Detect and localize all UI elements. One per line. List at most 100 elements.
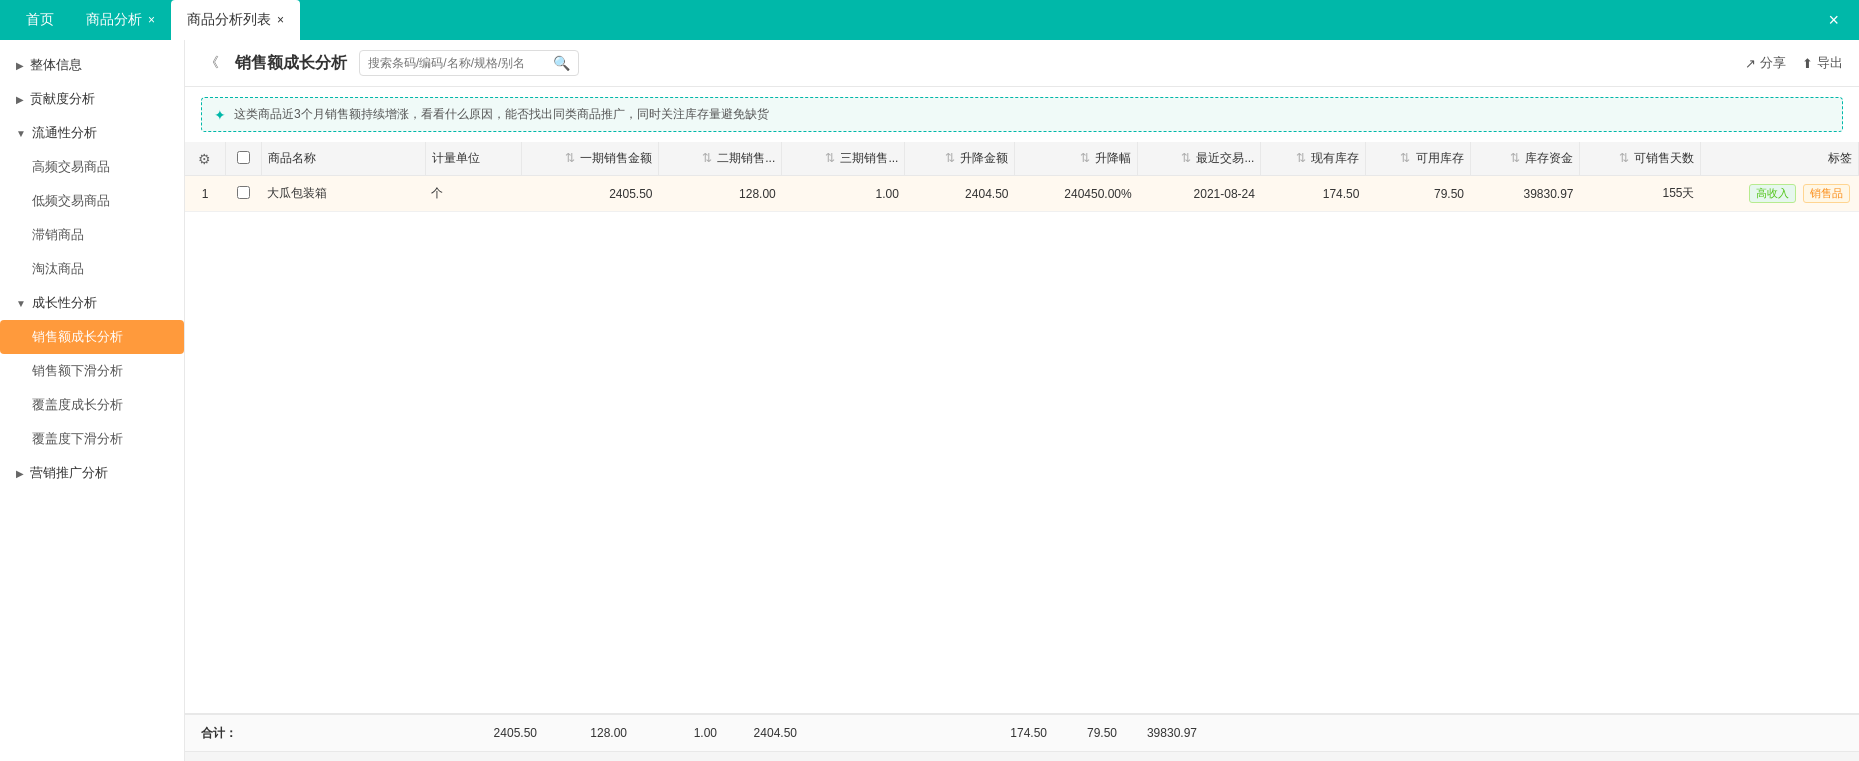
- last-trade-column-header: ⇅ 最近交易...: [1138, 142, 1261, 176]
- sort-icon4: ⇅: [945, 151, 955, 165]
- footer-period1: 2405.50: [443, 726, 543, 740]
- search-input[interactable]: [368, 56, 547, 70]
- sidebar-group-header-marketing[interactable]: ▶ 营销推广分析: [0, 456, 184, 490]
- search-icon[interactable]: 🔍: [553, 55, 570, 71]
- available-stock-cell: 79.50: [1365, 176, 1470, 212]
- table-container[interactable]: ⚙ 商品名称 计量单位 ⇅ 一期销售金额: [185, 142, 1859, 713]
- sort-icon9: ⇅: [1510, 151, 1520, 165]
- collapse-sidebar-button[interactable]: 《: [201, 50, 223, 76]
- period2-cell: 128.00: [659, 176, 782, 212]
- footer-stock-value: 39830.97: [1123, 726, 1203, 740]
- sort-icon6: ⇅: [1181, 151, 1191, 165]
- sidebar-item-sales-growth[interactable]: 销售额成长分析: [0, 320, 184, 354]
- tags-cell: 高收入 销售品: [1700, 176, 1858, 212]
- sidebar-item-high-freq[interactable]: 高频交易商品: [0, 150, 184, 184]
- search-box[interactable]: 🔍: [359, 50, 579, 76]
- stock-value-cell: 39830.97: [1470, 176, 1580, 212]
- name-cell: 大瓜包装箱: [261, 176, 425, 212]
- sort-icon5: ⇅: [1080, 151, 1090, 165]
- window-close-button[interactable]: ×: [1818, 10, 1849, 31]
- export-button[interactable]: ⬆ 导出: [1802, 54, 1843, 72]
- sidebar-item-obsolete[interactable]: 淘汰商品: [0, 252, 184, 286]
- last-trade-cell: 2021-08-24: [1138, 176, 1261, 212]
- seq-cell: 1: [185, 176, 225, 212]
- sidebar-group-overall[interactable]: ▶ 整体信息: [0, 48, 184, 82]
- unit-cell: 个: [425, 176, 521, 212]
- unit-column-header: 计量单位: [425, 142, 521, 176]
- rise-pct-column-header: ⇅ 升降幅: [1015, 142, 1138, 176]
- period3-cell: 1.00: [782, 176, 905, 212]
- row-checkbox[interactable]: [237, 186, 250, 199]
- main-layout: ▶ 整体信息 ▶ 贡献度分析 ▼ 流通性分析 高频交易商品 低频交易商品: [0, 40, 1859, 761]
- period1-column-header: ⇅ 一期销售金额: [521, 142, 658, 176]
- nav-home[interactable]: 首页: [10, 0, 70, 40]
- sort-icon7: ⇅: [1296, 151, 1306, 165]
- footer-available-stock: 79.50: [1053, 726, 1123, 740]
- rise-amount-cell: 2404.50: [905, 176, 1015, 212]
- sort-icon8: ⇅: [1400, 151, 1410, 165]
- name-column-header: 商品名称: [261, 142, 425, 176]
- table-row: 1 大瓜包装箱 个 2405.50 128.00 1.00 2404.50 24…: [185, 176, 1859, 212]
- select-all-checkbox[interactable]: [237, 151, 250, 164]
- footer-last-trade: [893, 726, 983, 740]
- period3-column-header: ⇅ 三期销售...: [782, 142, 905, 176]
- footer-rise-pct: [803, 726, 893, 740]
- sidebar: ▶ 整体信息 ▶ 贡献度分析 ▼ 流通性分析 高频交易商品 低频交易商品: [0, 40, 185, 761]
- share-button[interactable]: ↗ 分享: [1745, 54, 1786, 72]
- close-product-analysis-list[interactable]: ×: [277, 13, 284, 27]
- tag-high-income: 高收入: [1749, 184, 1796, 203]
- tag-sales-product: 销售品: [1803, 184, 1850, 203]
- sidebar-group-header-circulation[interactable]: ▼ 流通性分析: [0, 116, 184, 150]
- current-stock-column-header: ⇅ 现有库存: [1261, 142, 1366, 176]
- settings-icon[interactable]: ⚙: [198, 151, 211, 167]
- sidebar-item-sales-decline[interactable]: 销售额下滑分析: [0, 354, 184, 388]
- rise-amount-column-header: ⇅ 升降金额: [905, 142, 1015, 176]
- nav-product-analysis[interactable]: 商品分析 ×: [70, 0, 171, 40]
- period2-column-header: ⇅ 二期销售...: [659, 142, 782, 176]
- close-product-analysis[interactable]: ×: [148, 13, 155, 27]
- sidebar-item-slow-moving[interactable]: 滞销商品: [0, 218, 184, 252]
- arrow-icon-marketing: ▶: [16, 468, 24, 479]
- sidebar-item-coverage-growth[interactable]: 覆盖度成长分析: [0, 388, 184, 422]
- data-table: ⚙ 商品名称 计量单位 ⇅ 一期销售金额: [185, 142, 1859, 212]
- available-stock-column-header: ⇅ 可用库存: [1365, 142, 1470, 176]
- period1-cell: 2405.50: [521, 176, 658, 212]
- stock-value-column-header: ⇅ 库存资金: [1470, 142, 1580, 176]
- info-icon: ✦: [214, 107, 226, 123]
- content-header: 《 销售额成长分析 🔍 ↗ 分享 ⬆ 导出: [185, 40, 1859, 87]
- tags-column-header: 标签: [1700, 142, 1858, 176]
- nav-product-analysis-list[interactable]: 商品分析列表 ×: [171, 0, 300, 40]
- footer-spacer: [267, 726, 443, 740]
- sidebar-group-circulation[interactable]: ▼ 流通性分析 高频交易商品 低频交易商品 滞销商品 淘汰商品: [0, 116, 184, 286]
- footer-period2: 128.00: [543, 726, 633, 740]
- page-title: 销售额成长分析: [235, 53, 347, 74]
- footer-rise-amount: 2404.50: [723, 726, 803, 740]
- salable-days-column-header: ⇅ 可销售天数: [1580, 142, 1701, 176]
- info-banner: ✦ 这类商品近3个月销售额持续增涨，看看什么原因，能否找出同类商品推广，同时关注…: [201, 97, 1843, 132]
- footer-cells: 2405.50 128.00 1.00 2404.50 174.50 79.50…: [267, 726, 1843, 740]
- sidebar-item-low-freq[interactable]: 低频交易商品: [0, 184, 184, 218]
- top-nav: 首页 商品分析 × 商品分析列表 × ×: [0, 0, 1859, 40]
- footer-period3: 1.00: [633, 726, 723, 740]
- rise-pct-cell: 240450.00%: [1015, 176, 1138, 212]
- current-stock-cell: 174.50: [1261, 176, 1366, 212]
- settings-column-header[interactable]: ⚙: [185, 142, 225, 176]
- sort-icon3: ⇅: [825, 151, 835, 165]
- sort-icon2: ⇅: [702, 151, 712, 165]
- sidebar-group-marketing[interactable]: ▶ 营销推广分析: [0, 456, 184, 490]
- content-area: 《 销售额成长分析 🔍 ↗ 分享 ⬆ 导出 ✦ 这类商品近3个月销售额持续增涨，…: [185, 40, 1859, 761]
- share-icon: ↗: [1745, 56, 1756, 71]
- sidebar-item-coverage-decline[interactable]: 覆盖度下滑分析: [0, 422, 184, 456]
- footer-label: 合计：: [201, 725, 237, 742]
- arrow-icon-contribution: ▶: [16, 94, 24, 105]
- sidebar-group-header-contribution[interactable]: ▶ 贡献度分析: [0, 82, 184, 116]
- sidebar-group-contribution[interactable]: ▶ 贡献度分析: [0, 82, 184, 116]
- horizontal-scrollbar[interactable]: [185, 751, 1859, 761]
- salable-days-cell: 155天: [1580, 176, 1701, 212]
- sidebar-group-header-growth[interactable]: ▼ 成长性分析: [0, 286, 184, 320]
- checkbox-cell[interactable]: [225, 176, 261, 212]
- sidebar-group-header-overall[interactable]: ▶ 整体信息: [0, 48, 184, 82]
- checkbox-column-header[interactable]: [225, 142, 261, 176]
- export-icon: ⬆: [1802, 56, 1813, 71]
- sidebar-group-growth[interactable]: ▼ 成长性分析 销售额成长分析 销售额下滑分析 覆盖度成长分析 覆盖度下滑分析: [0, 286, 184, 456]
